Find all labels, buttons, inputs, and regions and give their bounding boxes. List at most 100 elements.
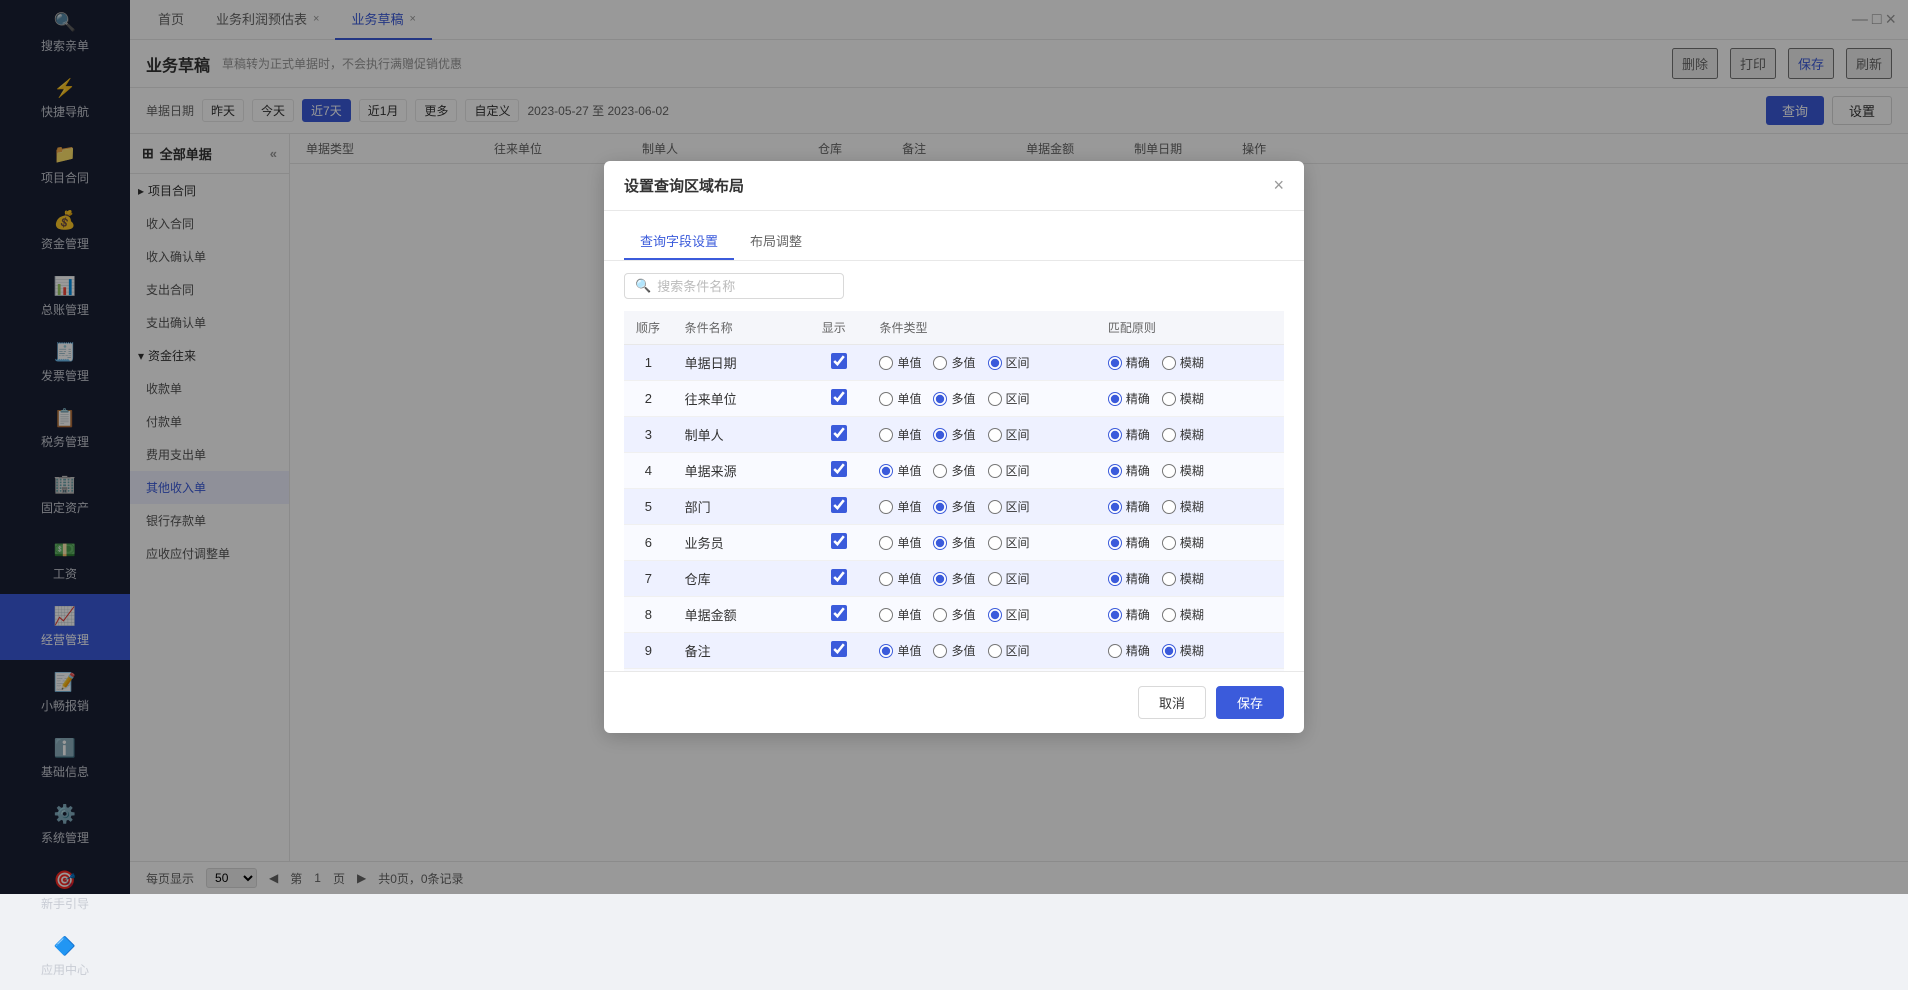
radio-range-6[interactable]: 区间: [988, 570, 1030, 587]
radio-exact-8[interactable]: 精确: [1108, 642, 1150, 659]
cell-type-8: 单值 多值 区间: [867, 633, 1095, 669]
radio-exact-5[interactable]: 精确: [1108, 534, 1150, 551]
radio-multiple-5[interactable]: 多值: [933, 534, 975, 551]
radio-single-8[interactable]: 单值: [879, 642, 921, 659]
radio-multiple-3[interactable]: 多值: [933, 462, 975, 479]
radio-range-8[interactable]: 区间: [988, 642, 1030, 659]
col-header-show: 显示: [810, 311, 868, 345]
radio-multiple-4[interactable]: 多值: [933, 498, 975, 515]
radio-single-6[interactable]: 单值: [879, 570, 921, 587]
table-row: 8 单据金额 单值 多值 区间: [624, 597, 1284, 633]
radio-fuzzy-7[interactable]: 模糊: [1162, 606, 1204, 623]
radio-fuzzy-4[interactable]: 模糊: [1162, 498, 1204, 515]
radio-fuzzy-0[interactable]: 模糊: [1162, 354, 1204, 371]
radio-exact-1[interactable]: 精确: [1108, 390, 1150, 407]
radio-exact-7[interactable]: 精确: [1108, 606, 1150, 623]
show-checkbox-2[interactable]: [831, 425, 847, 441]
radio-multiple-6[interactable]: 多值: [933, 570, 975, 587]
cell-show-2: [810, 417, 868, 453]
radio-range-5[interactable]: 区间: [988, 534, 1030, 551]
show-checkbox-6[interactable]: [831, 569, 847, 585]
cancel-button[interactable]: 取消: [1138, 686, 1206, 719]
show-checkbox-1[interactable]: [831, 389, 847, 405]
cell-name-2: 制单人: [673, 417, 810, 453]
radio-fuzzy-8[interactable]: 模糊: [1162, 642, 1204, 659]
show-checkbox-7[interactable]: [831, 605, 847, 621]
modal-footer: 取消 保存: [604, 671, 1304, 733]
radio-fuzzy-6[interactable]: 模糊: [1162, 570, 1204, 587]
modal-dialog: 设置查询区域布局 × 查询字段设置 布局调整 🔍 顺序: [604, 161, 1304, 733]
radio-fuzzy-5[interactable]: 模糊: [1162, 534, 1204, 551]
radio-exact-0[interactable]: 精确: [1108, 354, 1150, 371]
cell-type-4: 单值 多值 区间: [867, 489, 1095, 525]
show-checkbox-5[interactable]: [831, 533, 847, 549]
cell-type-2: 单值 多值 区间: [867, 417, 1095, 453]
show-checkbox-4[interactable]: [831, 497, 847, 513]
modal-save-button[interactable]: 保存: [1216, 686, 1284, 719]
show-checkbox-8[interactable]: [831, 641, 847, 657]
search-input-wrap[interactable]: 🔍: [624, 273, 844, 299]
radio-exact-2[interactable]: 精确: [1108, 426, 1150, 443]
radio-range-0[interactable]: 区间: [988, 354, 1030, 371]
modal-tabs: 查询字段设置 布局调整: [604, 211, 1304, 261]
cell-show-6: [810, 561, 868, 597]
cell-match-3: 精确 模糊: [1096, 453, 1284, 489]
radio-multiple-8[interactable]: 多值: [933, 642, 975, 659]
radio-range-3[interactable]: 区间: [988, 462, 1030, 479]
modal-tab-layout[interactable]: 布局调整: [734, 223, 818, 260]
cell-match-4: 精确 模糊: [1096, 489, 1284, 525]
sidebar-label-apps: 应用中心: [41, 961, 89, 978]
radio-single-3[interactable]: 单值: [879, 462, 921, 479]
cell-show-1: [810, 381, 868, 417]
cell-match-7: 精确 模糊: [1096, 597, 1284, 633]
radio-range-4[interactable]: 区间: [988, 498, 1030, 515]
cell-match-1: 精确 模糊: [1096, 381, 1284, 417]
radio-exact-3[interactable]: 精确: [1108, 462, 1150, 479]
cell-type-5: 单值 多值 区间: [867, 525, 1095, 561]
search-input[interactable]: [657, 279, 833, 294]
cell-type-7: 单值 多值 区间: [867, 597, 1095, 633]
radio-multiple-0[interactable]: 多值: [933, 354, 975, 371]
radio-multiple-2[interactable]: 多值: [933, 426, 975, 443]
search-icon-modal: 🔍: [635, 278, 651, 294]
show-checkbox-0[interactable]: [831, 353, 847, 369]
radio-single-7[interactable]: 单值: [879, 606, 921, 623]
cell-order-8: 9: [624, 633, 673, 669]
show-checkbox-3[interactable]: [831, 461, 847, 477]
radio-exact-6[interactable]: 精确: [1108, 570, 1150, 587]
cell-name-5: 业务员: [673, 525, 810, 561]
modal-tab-query-fields[interactable]: 查询字段设置: [624, 223, 734, 260]
cell-name-4: 部门: [673, 489, 810, 525]
modal-close-button[interactable]: ×: [1273, 175, 1284, 196]
radio-range-2[interactable]: 区间: [988, 426, 1030, 443]
col-header-type: 条件类型: [867, 311, 1095, 345]
radio-range-1[interactable]: 区间: [988, 390, 1030, 407]
sidebar-item-apps[interactable]: 🔷 应用中心: [0, 924, 130, 990]
radio-multiple-7[interactable]: 多值: [933, 606, 975, 623]
settings-data-table: 顺序 条件名称 显示 条件类型 匹配原则 1 单据日期: [624, 311, 1284, 671]
table-row: 4 单据来源 单值 多值 区间: [624, 453, 1284, 489]
cell-match-5: 精确 模糊: [1096, 525, 1284, 561]
radio-single-1[interactable]: 单值: [879, 390, 921, 407]
cell-order-0: 1: [624, 345, 673, 381]
radio-exact-4[interactable]: 精确: [1108, 498, 1150, 515]
table-row: 6 业务员 单值 多值 区间: [624, 525, 1284, 561]
radio-range-7[interactable]: 区间: [988, 606, 1030, 623]
modal-overlay[interactable]: 设置查询区域布局 × 查询字段设置 布局调整 🔍 顺序: [0, 0, 1908, 894]
cell-match-8: 精确 模糊: [1096, 633, 1284, 669]
cell-show-3: [810, 453, 868, 489]
sidebar-label-guide: 新手引导: [41, 895, 89, 912]
cell-order-2: 3: [624, 417, 673, 453]
radio-single-0[interactable]: 单值: [879, 354, 921, 371]
cell-match-6: 精确 模糊: [1096, 561, 1284, 597]
settings-table: 顺序 条件名称 显示 条件类型 匹配原则 1 单据日期: [604, 311, 1304, 671]
radio-single-2[interactable]: 单值: [879, 426, 921, 443]
radio-fuzzy-1[interactable]: 模糊: [1162, 390, 1204, 407]
radio-single-4[interactable]: 单值: [879, 498, 921, 515]
radio-fuzzy-3[interactable]: 模糊: [1162, 462, 1204, 479]
cell-order-4: 5: [624, 489, 673, 525]
radio-multiple-1[interactable]: 多值: [933, 390, 975, 407]
radio-fuzzy-2[interactable]: 模糊: [1162, 426, 1204, 443]
radio-single-5[interactable]: 单值: [879, 534, 921, 551]
cell-name-0: 单据日期: [673, 345, 810, 381]
